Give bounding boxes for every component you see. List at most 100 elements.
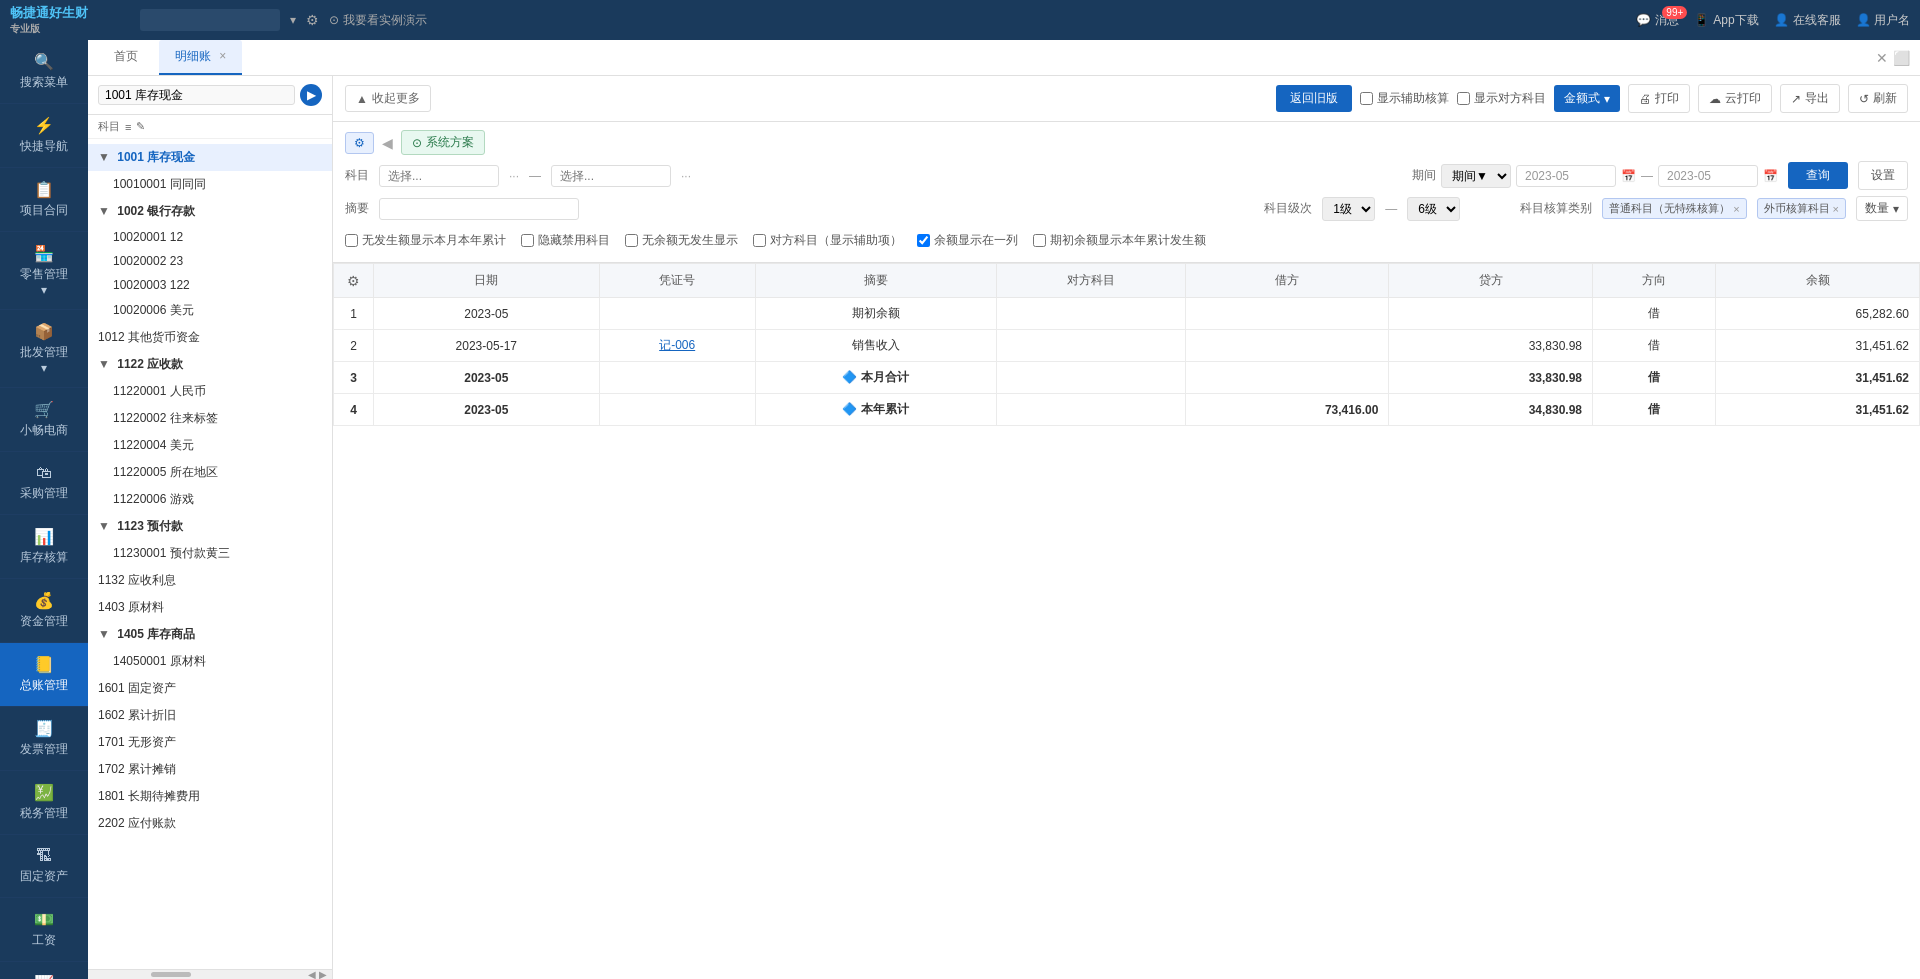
sidebar-item-ecommerce[interactable]: 🛒 小畅电商 — [0, 388, 88, 452]
sidebar-item-contracts[interactable]: 📋 项目合同 — [0, 168, 88, 232]
sidebar-item-quicknav[interactable]: ⚡ 快捷导航 — [0, 104, 88, 168]
checkbox-no-balance-input[interactable] — [625, 234, 638, 247]
tab-close-btn[interactable]: × — [219, 49, 226, 63]
quantity-btn[interactable]: 数量▾ — [1856, 196, 1908, 221]
account-item-11220006[interactable]: 11220006 游戏 — [88, 486, 332, 513]
checkbox-hide-disabled[interactable]: 隐藏禁用科目 — [521, 232, 610, 249]
sidebar-item-assets[interactable]: 🏗 固定资产 — [0, 835, 88, 898]
sidebar-item-wholesale[interactable]: 📦 批发管理 ▾ — [0, 310, 88, 388]
topbar-search-input[interactable] — [140, 9, 280, 31]
account-item-10010001[interactable]: 10010001 同同同 — [88, 171, 332, 198]
refresh-btn[interactable]: ↺ 刷新 — [1848, 84, 1908, 113]
account-item-11220004[interactable]: 11220004 美元 — [88, 432, 332, 459]
collapse-arrow[interactable]: ◀ — [382, 135, 393, 151]
subject-input[interactable] — [379, 165, 499, 187]
account-item-10020001[interactable]: 10020001 12 — [88, 225, 332, 249]
account-item-1001[interactable]: ▼ 1001 库存现金 — [88, 144, 332, 171]
print-btn[interactable]: 🖨 打印 — [1628, 84, 1690, 113]
account-item-11220002[interactable]: 11220002 往来标签 — [88, 405, 332, 432]
account-item-1701[interactable]: 1701 无形资产 — [88, 729, 332, 756]
account-item-1602[interactable]: 1602 累计折旧 — [88, 702, 332, 729]
checkbox-contra-subject[interactable]: 对方科目（显示辅助项） — [753, 232, 902, 249]
tab-ledger[interactable]: 明细账 × — [159, 40, 242, 75]
account-item-1801[interactable]: 1801 长期待摊费用 — [88, 783, 332, 810]
account-item-1123[interactable]: ▼ 1123 预付款 — [88, 513, 332, 540]
voucher-link-2[interactable]: 记-006 — [659, 338, 695, 352]
message-btn[interactable]: 💬 消息 99+ — [1636, 12, 1679, 29]
account-item-1132[interactable]: 1132 应收利息 — [88, 567, 332, 594]
show-aux-checkbox[interactable] — [1360, 92, 1373, 105]
summary-input[interactable] — [379, 198, 579, 220]
query-btn[interactable]: 查询 — [1788, 162, 1848, 189]
checkbox-hide-disabled-input[interactable] — [521, 234, 534, 247]
checkbox-no-balance[interactable]: 无余额无发生显示 — [625, 232, 738, 249]
account-item-11220001[interactable]: 11220001 人民币 — [88, 378, 332, 405]
account-item-11220005[interactable]: 11220005 所在地区 — [88, 459, 332, 486]
demo-link[interactable]: ⊙ 我要看实例演示 — [329, 12, 427, 29]
sidebar-item-retail[interactable]: 🏪 零售管理 ▾ — [0, 232, 88, 310]
account-item-1002[interactable]: ▼ 1002 银行存款 — [88, 198, 332, 225]
account-edit-icon[interactable]: ✎ — [136, 120, 145, 133]
tab-maximize-icon[interactable]: ⬜ — [1893, 50, 1910, 66]
sidebar-item-purchase[interactable]: 🛍 采购管理 — [0, 452, 88, 515]
sidebar-item-capital[interactable]: 💰 资金管理 — [0, 579, 88, 643]
account-item-1601[interactable]: 1601 固定资产 — [88, 675, 332, 702]
sidebar-item-salary[interactable]: 💵 工资 — [0, 898, 88, 962]
account-menu-icon[interactable]: ≡ — [125, 121, 131, 133]
settings-btn[interactable]: 设置 — [1858, 161, 1908, 190]
account-item-2202[interactable]: 2202 应付账款 — [88, 810, 332, 837]
user-menu[interactable]: 👤 用户名 — [1856, 12, 1910, 29]
checkbox-no-amount[interactable]: 无发生额显示本月本年累计 — [345, 232, 506, 249]
show-contra-checkbox[interactable] — [1457, 92, 1470, 105]
topbar-settings-icon[interactable]: ⚙ — [306, 12, 319, 28]
currency-mode-btn[interactable]: 金额式 ▾ — [1554, 85, 1620, 112]
level-end-select[interactable]: 6级 5级 4级 — [1407, 197, 1460, 221]
checkbox-opening-ytd-input[interactable] — [1033, 234, 1046, 247]
account-item-1702[interactable]: 1702 累计摊销 — [88, 756, 332, 783]
sidebar-item-search[interactable]: 🔍 搜索菜单 — [0, 40, 88, 104]
checkbox-balance-one-col[interactable]: 余额显示在一列 — [917, 232, 1018, 249]
scroll-left-btn[interactable]: ◀ — [308, 969, 316, 979]
account-item-10020002[interactable]: 10020002 23 — [88, 249, 332, 273]
period-cal-icon[interactable]: 📅 — [1621, 169, 1636, 183]
account-item-14050001[interactable]: 14050001 原材料 — [88, 648, 332, 675]
account-item-1012[interactable]: 1012 其他货币资金 — [88, 324, 332, 351]
scroll-right-btn[interactable]: ▶ — [319, 969, 327, 979]
tab-close-window-icon[interactable]: ✕ — [1876, 50, 1888, 66]
account-item-10020003[interactable]: 10020003 122 — [88, 273, 332, 297]
filter-settings-btn[interactable]: ⚙ — [345, 132, 374, 154]
account-scrollbar[interactable]: ◀ ▶ — [88, 969, 332, 979]
sidebar-item-invoice[interactable]: 🧾 发票管理 — [0, 707, 88, 771]
table-settings-btn[interactable]: ⚙ — [347, 273, 360, 289]
account-item-1403[interactable]: 1403 原材料 — [88, 594, 332, 621]
filter-tag-foreign-close[interactable]: × — [1833, 203, 1839, 215]
period-start-input[interactable] — [1516, 165, 1616, 187]
level-start-select[interactable]: 1级 2级 3级 — [1322, 197, 1375, 221]
sidebar-item-ledger[interactable]: 📒 总账管理 — [0, 643, 88, 707]
system-scheme-btn[interactable]: ⊙ 系统方案 — [401, 130, 485, 155]
sidebar-item-tax[interactable]: 💹 税务管理 — [0, 771, 88, 835]
account-item-10020006[interactable]: 10020006 美元 — [88, 297, 332, 324]
show-contra-checkbox-label[interactable]: 显示对方科目 — [1457, 90, 1546, 107]
cloud-print-btn[interactable]: ☁ 云打印 — [1698, 84, 1772, 113]
account-item-11230001[interactable]: 11230001 预付款黄三 — [88, 540, 332, 567]
checkbox-no-amount-input[interactable] — [345, 234, 358, 247]
return-old-btn[interactable]: 返回旧版 — [1276, 85, 1352, 112]
app-download-btn[interactable]: 📱 App下载 — [1694, 12, 1758, 29]
checkbox-opening-ytd[interactable]: 期初余额显示本年累计发生额 — [1033, 232, 1206, 249]
show-aux-checkbox-label[interactable]: 显示辅助核算 — [1360, 90, 1449, 107]
period-type-select[interactable]: 期间▼ — [1441, 164, 1511, 188]
service-btn[interactable]: 👤 在线客服 — [1774, 12, 1841, 29]
checkbox-balance-one-col-input[interactable] — [917, 234, 930, 247]
sidebar-item-operations[interactable]: 📈 经营管理 — [0, 962, 88, 979]
subject-input-end[interactable] — [551, 165, 671, 187]
account-item-1122[interactable]: ▼ 1122 应收款 — [88, 351, 332, 378]
tab-home[interactable]: 首页 — [98, 40, 154, 75]
export-btn[interactable]: ↗ 导出 — [1780, 84, 1840, 113]
period-end-input[interactable] — [1658, 165, 1758, 187]
topbar-dropdown-btn[interactable]: ▾ — [290, 13, 296, 27]
sidebar-item-inventory[interactable]: 📊 库存核算 — [0, 515, 88, 579]
collapse-filter-btn[interactable]: ▲ 收起更多 — [345, 85, 431, 112]
filter-tag-normal-close[interactable]: × — [1733, 203, 1739, 215]
account-search-input[interactable] — [105, 88, 288, 102]
